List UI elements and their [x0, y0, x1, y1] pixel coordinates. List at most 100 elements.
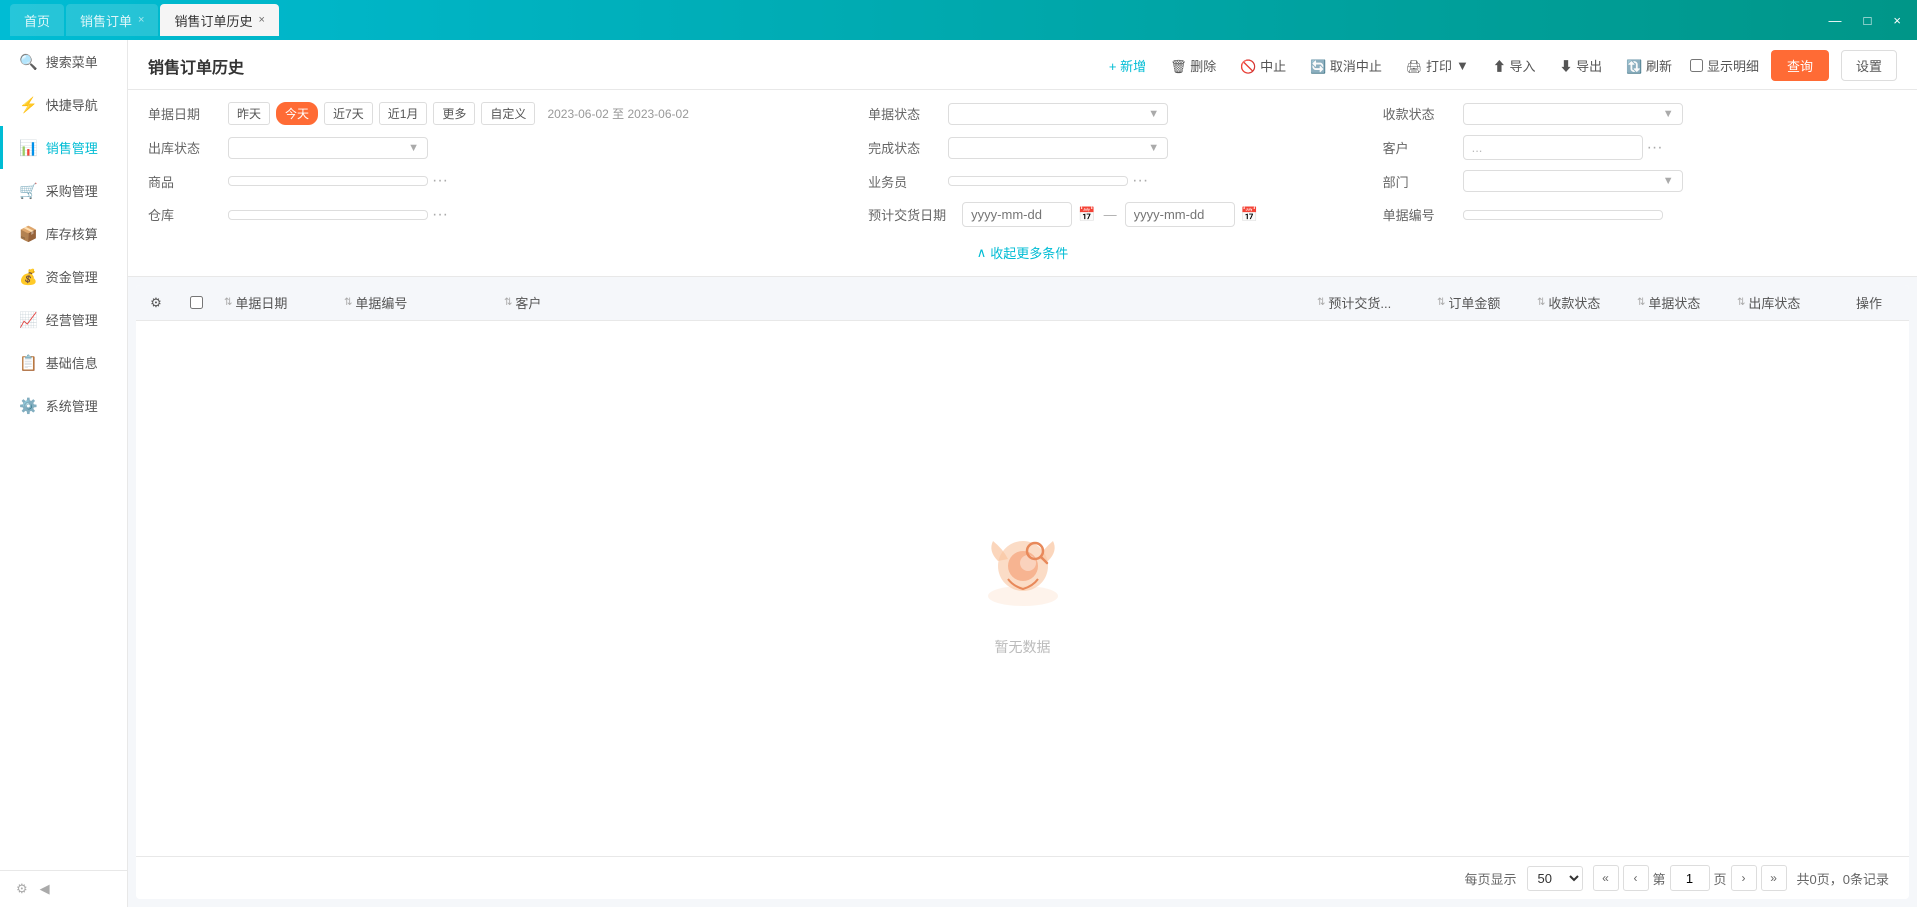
window-controls: — □ × [1823, 11, 1907, 30]
bill-status-label: 单据状态 [868, 104, 948, 123]
date-range-text: 2023-06-02 至 2023-06-02 [547, 105, 688, 122]
new-button[interactable]: + 新增 [1103, 52, 1152, 79]
salesperson-input[interactable] [948, 176, 1128, 186]
page-word: 页 [1714, 869, 1727, 888]
product-dots-btn[interactable]: ··· [428, 172, 452, 190]
window-minimize[interactable]: — [1823, 11, 1848, 30]
settings-button[interactable]: 设置 [1841, 50, 1897, 81]
date-more-btn[interactable]: 更多 [433, 102, 475, 125]
last-page-btn[interactable]: » [1761, 865, 1787, 891]
sidebar-item-quick-nav[interactable]: ⚡ 快捷导航 [0, 83, 127, 126]
stop-button[interactable]: 🚫 中止 [1234, 52, 1292, 79]
delete-button[interactable]: 🗑 删除 [1164, 52, 1222, 79]
col-settings[interactable]: ⚙ [136, 295, 176, 311]
sidebar-item-search-menu-label: 搜索菜单 [46, 52, 98, 71]
filter-salesperson-col: 业务员 ··· [868, 172, 1382, 191]
window-maximize[interactable]: □ [1858, 11, 1878, 30]
show-detail-checkbox-label: 显示明细 [1690, 56, 1759, 75]
select-all-checkbox[interactable] [190, 296, 203, 309]
complete-status-select[interactable]: ▼ [948, 137, 1168, 159]
tab-sales-order-history-close[interactable]: × [258, 14, 264, 26]
col-delivery-header[interactable]: ⇅ 预计交货... [1309, 293, 1429, 312]
customer-input[interactable]: ... [1463, 135, 1643, 160]
page-number-input[interactable] [1670, 865, 1710, 891]
next-page-btn[interactable]: › [1731, 865, 1757, 891]
show-detail-checkbox[interactable] [1690, 59, 1703, 72]
sidebar-bottom: ⚙ ◀ [0, 870, 127, 907]
date-yesterday-btn[interactable]: 昨天 [228, 102, 270, 125]
col-number-header[interactable]: ⇅ 单据编号 [336, 293, 496, 312]
filter-delivery-date-col: 预计交货日期 📅 — 📅 [868, 202, 1382, 227]
finance-icon: 💰 [19, 268, 38, 286]
prev-page-btn[interactable]: ‹ [1623, 865, 1649, 891]
cancel-stop-button[interactable]: 🔄 取消中止 [1304, 52, 1388, 79]
query-button[interactable]: 查询 [1771, 50, 1829, 81]
window-close[interactable]: × [1887, 11, 1907, 30]
col-amount-header[interactable]: ⇅ 订单金额 [1429, 293, 1529, 312]
bill-status-chevron: ▼ [1148, 108, 1159, 120]
sidebar-item-finance[interactable]: 💰 资金管理 [0, 255, 127, 298]
receipt-status-select[interactable]: ▼ [1463, 103, 1683, 125]
sidebar-item-search-menu[interactable]: 🔍 搜索菜单 [0, 40, 127, 83]
calendar-to-icon[interactable]: 📅 [1241, 206, 1258, 223]
sidebar-item-sales[interactable]: 📊 销售管理 [0, 126, 127, 169]
col-bill-header[interactable]: ⇅ 单据状态 [1629, 293, 1729, 312]
col-number-label: 单据编号 [355, 293, 407, 312]
warehouse-dots-btn[interactable]: ··· [428, 206, 452, 224]
collapse-btn[interactable]: ∧ 收起更多条件 [148, 237, 1897, 264]
date-1month-btn[interactable]: 近1月 [379, 102, 428, 125]
refresh-button[interactable]: 🔃 刷新 [1620, 52, 1678, 79]
col-amount-label: 订单金额 [1448, 293, 1500, 312]
sidebar-item-basic-info[interactable]: 📋 基础信息 [0, 341, 127, 384]
filter-section: 单据日期 昨天 今天 近7天 近1月 更多 自定义 2023-06-02 至 2… [128, 90, 1917, 277]
tab-sales-order[interactable]: 销售订单 × [66, 4, 158, 36]
first-page-btn[interactable]: « [1593, 865, 1619, 891]
export-button[interactable]: ⬇ 导出 [1554, 52, 1609, 79]
sidebar-item-system[interactable]: ⚙️ 系统管理 [0, 384, 127, 427]
tab-home[interactable]: 首页 [10, 4, 64, 36]
customer-dots-btn[interactable]: ··· [1643, 139, 1667, 157]
basic-info-icon: 📋 [19, 354, 38, 372]
col-customer-header[interactable]: ⇅ 客户 [496, 293, 1309, 312]
sidebar-item-purchase[interactable]: 🛒 采购管理 [0, 169, 127, 212]
col-receipt-header[interactable]: ⇅ 收款状态 [1529, 293, 1629, 312]
department-select[interactable]: ▼ [1463, 170, 1683, 192]
department-chevron: ▼ [1663, 175, 1674, 187]
delivery-date-to[interactable] [1125, 202, 1235, 227]
grid-section: ⚙ ⇅ 单据日期 ⇅ 单据编号 ⇅ 客户 ⇅ [136, 285, 1909, 899]
col-stock-header[interactable]: ⇅ 出库状态 [1729, 293, 1829, 312]
salesperson-dots-btn[interactable]: ··· [1128, 172, 1152, 190]
tab-sales-order-history[interactable]: 销售订单历史 × [160, 4, 278, 36]
stock-out-select[interactable]: ▼ [228, 137, 428, 159]
sidebar-item-basic-info-label: 基础信息 [46, 353, 98, 372]
customer-dots[interactable]: ... [1472, 140, 1483, 155]
warehouse-input[interactable] [228, 210, 428, 220]
date-today-btn[interactable]: 今天 [276, 102, 318, 125]
search-menu-icon: 🔍 [19, 53, 38, 71]
tab-sales-order-close[interactable]: × [138, 14, 144, 26]
col-receipt-label: 收款状态 [1548, 293, 1600, 312]
filter-bill-status-col: 单据状态 ▼ [868, 103, 1382, 125]
delivery-date-from[interactable] [962, 202, 1072, 227]
product-input[interactable] [228, 176, 428, 186]
col-check[interactable] [176, 296, 216, 309]
delivery-date-label: 预计交货日期 [868, 205, 958, 224]
sidebar-settings-icon[interactable]: ⚙ [16, 881, 28, 897]
sidebar-collapse-icon[interactable]: ◀ [40, 881, 50, 897]
date-7days-btn[interactable]: 近7天 [324, 102, 373, 125]
page-size-select[interactable]: 10 20 50 100 [1527, 866, 1583, 891]
date-custom-btn[interactable]: 自定义 [481, 102, 535, 125]
print-button[interactable]: 🖨 打印 ▼ [1400, 52, 1475, 79]
show-detail-label: 显示明细 [1707, 56, 1759, 75]
sidebar-item-inventory[interactable]: 📦 库存核算 [0, 212, 127, 255]
bill-number-input[interactable] [1463, 210, 1663, 220]
print-arrow: ▼ [1456, 58, 1469, 73]
collapse-up-icon: ∧ [977, 245, 987, 261]
calendar-from-icon[interactable]: 📅 [1078, 206, 1095, 223]
col-op-label: 操作 [1856, 293, 1882, 312]
sidebar-item-operations[interactable]: 📈 经营管理 [0, 298, 127, 341]
import-button[interactable]: ⬆ 导入 [1487, 52, 1542, 79]
stock-out-label: 出库状态 [148, 138, 228, 157]
bill-status-select[interactable]: ▼ [948, 103, 1168, 125]
col-date-header[interactable]: ⇅ 单据日期 [216, 293, 336, 312]
